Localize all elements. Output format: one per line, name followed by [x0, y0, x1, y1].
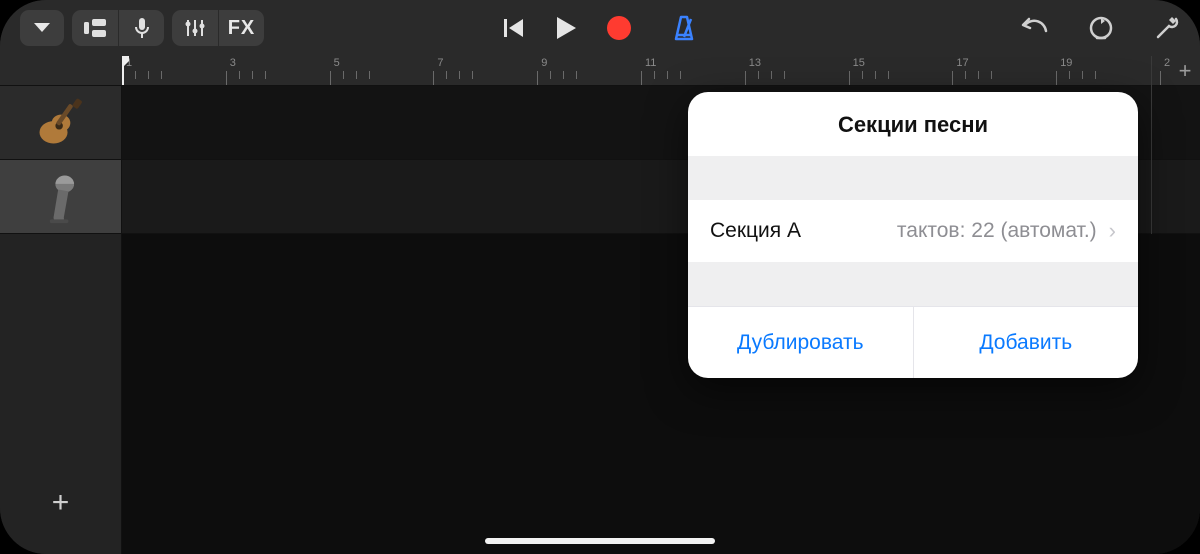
section-end-divider [1151, 56, 1152, 234]
popover-spacer-top [688, 156, 1138, 200]
ruler-ticks [122, 71, 162, 85]
ruler-ticks [330, 71, 370, 85]
chevron-right-icon: › [1109, 218, 1116, 244]
ruler-bar: 11 [641, 57, 681, 85]
duplicate-button[interactable]: Дублировать [688, 307, 913, 378]
toolbar-left: FX [20, 10, 264, 46]
ruler-ticks [433, 71, 473, 85]
ruler-bar: 13 [745, 57, 785, 85]
ruler-bar-number: 21 [1164, 57, 1170, 69]
microphone-input-icon[interactable] [118, 10, 164, 46]
ruler-bar: 5 [330, 57, 370, 85]
add-section-button[interactable]: + [1170, 56, 1200, 85]
ruler-bar-number: 11 [645, 57, 656, 69]
playhead-line [122, 66, 124, 85]
ruler-ticks [849, 71, 889, 85]
ruler-bar: 19 [1056, 57, 1096, 85]
popover-arrow [1070, 92, 1092, 94]
ruler-ticks [641, 71, 681, 85]
playhead[interactable] [122, 56, 130, 68]
transport-controls [503, 15, 697, 41]
section-name: Секция A [710, 219, 801, 243]
popover-spacer-bottom [688, 262, 1138, 306]
timeline-ruler-row: 13579111315171921 + [0, 56, 1200, 86]
add-button[interactable]: Добавить [913, 307, 1139, 378]
play-icon[interactable] [555, 16, 577, 40]
controls-fx-toggle[interactable]: FX [172, 10, 264, 46]
ruler-bar-number: 17 [956, 57, 968, 69]
microphone-icon [33, 169, 89, 225]
toolbar-right [1020, 15, 1180, 41]
record-icon[interactable] [607, 16, 631, 40]
ruler-ticks [1160, 71, 1170, 85]
app-window: FX [0, 0, 1200, 554]
toolbar: FX [0, 0, 1200, 56]
popover-actions: Дублировать Добавить [688, 306, 1138, 378]
ruler-bar-number: 13 [749, 57, 761, 69]
ruler-gutter [0, 56, 122, 85]
ruler-bar-number: 3 [230, 57, 236, 69]
track-view-toggle[interactable] [72, 10, 164, 46]
ruler-bar: 3 [226, 57, 266, 85]
ruler-ticks [1056, 71, 1096, 85]
undo-icon[interactable] [1020, 17, 1048, 39]
ruler-bar: 21 [1160, 57, 1170, 85]
ruler-bar: 7 [433, 57, 473, 85]
ruler-bar-number: 7 [437, 57, 443, 69]
ruler-bar-number: 15 [853, 57, 865, 69]
track-header[interactable] [0, 86, 122, 159]
section-detail-wrap: тактов: 22 (автомат.) › [897, 218, 1116, 244]
settings-wrench-icon[interactable] [1154, 15, 1180, 41]
acoustic-guitar-icon [33, 95, 89, 151]
rewind-icon[interactable] [503, 17, 525, 39]
ruler-bar: 17 [952, 57, 992, 85]
ruler-bar-number: 5 [334, 57, 340, 69]
view-menu-button[interactable] [20, 10, 64, 46]
ruler-ticks [952, 71, 992, 85]
loop-icon[interactable] [1088, 15, 1114, 41]
track-header[interactable] [0, 160, 122, 233]
fx-button[interactable]: FX [218, 10, 264, 46]
ruler-bar: 15 [849, 57, 889, 85]
ruler-ticks [537, 71, 577, 85]
chevron-down-icon [33, 22, 51, 34]
ruler-bar-number: 9 [541, 57, 547, 69]
ruler-bar: 9 [537, 57, 577, 85]
timeline-ruler[interactable]: 13579111315171921 [122, 56, 1170, 85]
ruler-ticks [745, 71, 785, 85]
add-track-button[interactable]: + [0, 234, 122, 554]
sliders-icon[interactable] [172, 10, 218, 46]
tracks-view-icon[interactable] [72, 10, 118, 46]
section-row[interactable]: Секция A тактов: 22 (автомат.) › [688, 200, 1138, 262]
home-indicator [485, 538, 715, 544]
song-sections-popover: Секции песни Секция A тактов: 22 (автома… [688, 92, 1138, 378]
ruler-bar-number: 19 [1060, 57, 1072, 69]
popover-title: Секции песни [688, 92, 1138, 156]
ruler-ticks [226, 71, 266, 85]
metronome-icon[interactable] [671, 15, 697, 41]
section-detail: тактов: 22 (автомат.) [897, 219, 1097, 243]
